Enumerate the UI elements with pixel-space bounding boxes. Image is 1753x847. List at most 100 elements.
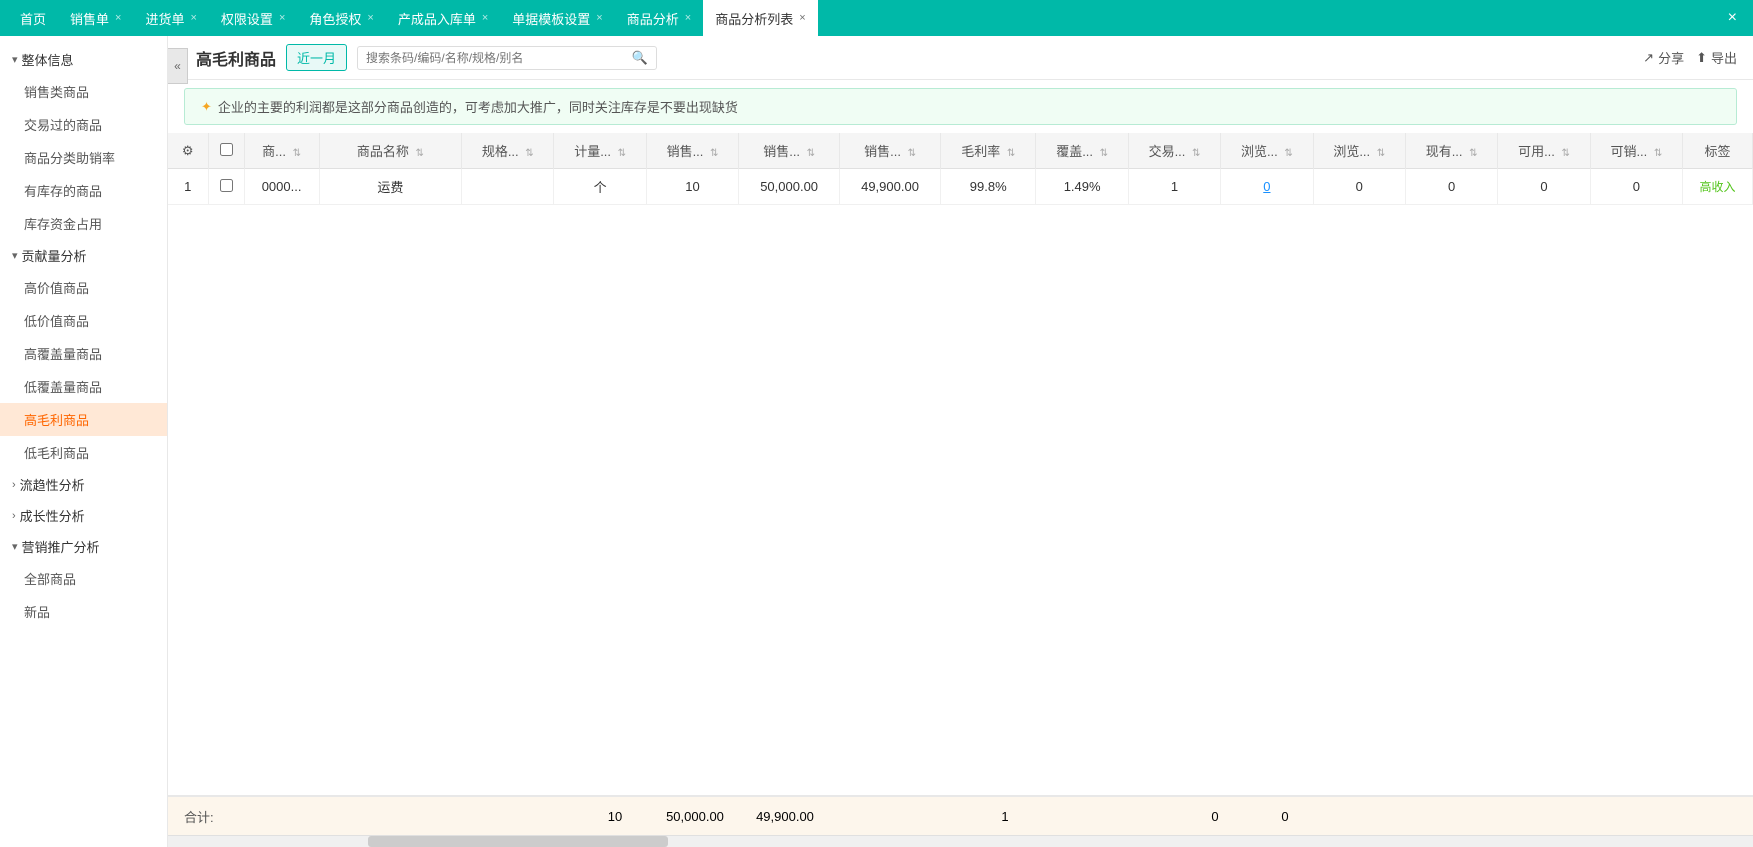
close-product-instock[interactable]: × xyxy=(482,12,488,24)
footer-spacer3 xyxy=(440,809,520,824)
close-product-analysis[interactable]: × xyxy=(685,12,691,24)
settings-icon[interactable]: ⚙ xyxy=(182,143,194,158)
col-code[interactable]: 商... ⇅ xyxy=(244,133,319,169)
col-current-stock[interactable]: 现有... ⇅ xyxy=(1405,133,1497,169)
footer-available-stock: 0 xyxy=(1250,809,1320,824)
horizontal-scrollbar[interactable] xyxy=(168,835,1753,847)
cell-browse1[interactable]: 0 xyxy=(1221,169,1313,205)
col-sales-amount[interactable]: 销售... ⇅ xyxy=(739,133,840,169)
col-browse1[interactable]: 浏览... ⇅ xyxy=(1221,133,1313,169)
footer-current-stock: 0 xyxy=(1180,809,1250,824)
sidebar-item-sales-goods[interactable]: 销售类商品 xyxy=(0,75,167,108)
footer-spacer8 xyxy=(1110,809,1180,824)
sidebar-group-trend[interactable]: › 流趋性分析 xyxy=(0,469,167,500)
cell-saleable-stock: 0 xyxy=(1590,169,1682,205)
info-icon: ✦ xyxy=(201,99,212,115)
nav-purchase-order[interactable]: 进货单 × xyxy=(133,0,208,36)
scrollbar-thumb[interactable] xyxy=(368,836,668,847)
content-header: 高毛利商品 近一月 🔍 ↗ 分享 ⬆ 导出 xyxy=(168,36,1753,80)
select-all-checkbox[interactable] xyxy=(220,143,233,156)
nav-sales-order[interactable]: 销售单 × xyxy=(58,0,133,36)
footer-spacer7 xyxy=(1040,809,1110,824)
cell-name: 运费 xyxy=(319,169,461,205)
col-checkbox xyxy=(208,133,244,169)
close-product-analysis-list[interactable]: × xyxy=(799,12,805,24)
sidebar-item-low-value[interactable]: 低价值商品 xyxy=(0,304,167,337)
col-trade[interactable]: 交易... ⇅ xyxy=(1128,133,1220,169)
close-template-settings[interactable]: × xyxy=(596,12,602,24)
nav-template-settings[interactable]: 单据模板设置 × xyxy=(500,0,614,36)
sort-icon4: ⇅ xyxy=(618,148,626,159)
sidebar-group-contribution[interactable]: ▾ 贡献量分析 xyxy=(0,240,167,271)
sidebar-item-high-margin[interactable]: 高毛利商品 xyxy=(0,403,167,436)
cell-sales-qty: 10 xyxy=(646,169,738,205)
sort-icon: ⇅ xyxy=(293,148,301,159)
share-button[interactable]: ↗ 分享 xyxy=(1643,48,1684,67)
nav-home[interactable]: 首页 xyxy=(8,0,58,36)
export-button[interactable]: ⬆ 导出 xyxy=(1696,48,1737,67)
nav-permission-settings[interactable]: 权限设置 × xyxy=(209,0,297,36)
footer-spacer6 xyxy=(900,809,970,824)
cell-current-stock: 0 xyxy=(1405,169,1497,205)
col-sales-profit[interactable]: 销售... ⇅ xyxy=(840,133,941,169)
close-permission-settings[interactable]: × xyxy=(279,12,285,24)
footer-spacer2 xyxy=(340,809,440,824)
col-gross-rate[interactable]: 毛利率 ⇅ xyxy=(940,133,1035,169)
row-checkbox[interactable] xyxy=(220,179,233,192)
col-tag[interactable]: 标签 xyxy=(1683,133,1753,169)
data-table: ⚙ 商... ⇅ 商品名称 ⇅ xyxy=(168,133,1753,205)
footer-sales-profit: 49,900.00 xyxy=(740,809,830,824)
cell-tag: 高收入 xyxy=(1683,169,1753,205)
sidebar-item-category-rate[interactable]: 商品分类助销率 xyxy=(0,141,167,174)
col-coverage[interactable]: 覆盖... ⇅ xyxy=(1036,133,1128,169)
search-input[interactable] xyxy=(366,51,632,65)
cell-spec xyxy=(462,169,554,205)
col-unit[interactable]: 计量... ⇅ xyxy=(554,133,646,169)
arrow-icon: ▾ xyxy=(12,53,18,66)
sidebar-item-high-coverage[interactable]: 高覆盖量商品 xyxy=(0,337,167,370)
sort-icon12: ⇅ xyxy=(1377,148,1385,159)
table-header-row: ⚙ 商... ⇅ 商品名称 ⇅ xyxy=(168,133,1753,169)
col-sales-qty[interactable]: 销售... ⇅ xyxy=(646,133,738,169)
sidebar-item-low-coverage[interactable]: 低覆盖量商品 xyxy=(0,370,167,403)
nav-product-analysis[interactable]: 商品分析 × xyxy=(615,0,703,36)
filter-recent-month-button[interactable]: 近一月 xyxy=(286,44,347,71)
col-browse2[interactable]: 浏览... ⇅ xyxy=(1313,133,1405,169)
col-name[interactable]: 商品名称 ⇅ xyxy=(319,133,461,169)
sort-icon5: ⇅ xyxy=(710,148,718,159)
nav-product-instock[interactable]: 产成品入库单 × xyxy=(386,0,500,36)
sort-icon13: ⇅ xyxy=(1469,148,1477,159)
cell-trade: 1 xyxy=(1128,169,1220,205)
search-icon[interactable]: 🔍 xyxy=(632,50,648,66)
col-available-stock[interactable]: 可用... ⇅ xyxy=(1498,133,1590,169)
sidebar-collapse-button[interactable]: « xyxy=(168,48,188,84)
cell-sales-amount: 50,000.00 xyxy=(739,169,840,205)
footer-trade: 1 xyxy=(970,809,1040,824)
footer-sales-amount: 50,000.00 xyxy=(650,809,740,824)
sidebar-item-stock-capital[interactable]: 库存资金占用 xyxy=(0,207,167,240)
close-purchase-order[interactable]: × xyxy=(190,12,196,24)
sort-icon7: ⇅ xyxy=(908,148,916,159)
window-close-button[interactable]: × xyxy=(1720,9,1745,27)
close-sales-order[interactable]: × xyxy=(115,12,121,24)
sidebar-item-high-value[interactable]: 高价值商品 xyxy=(0,271,167,304)
sidebar-group-growth[interactable]: › 成长性分析 xyxy=(0,500,167,531)
nav-role-auth[interactable]: 角色授权 × xyxy=(297,0,385,36)
col-spec[interactable]: 规格... ⇅ xyxy=(462,133,554,169)
footer-sales-qty: 10 xyxy=(580,809,650,824)
col-settings[interactable]: ⚙ xyxy=(168,133,208,169)
sidebar-item-stocked-goods[interactable]: 有库存的商品 xyxy=(0,174,167,207)
cell-index: 1 xyxy=(168,169,208,205)
close-role-auth[interactable]: × xyxy=(367,12,373,24)
sort-icon2: ⇅ xyxy=(415,148,423,159)
sidebar-item-new-goods[interactable]: 新品 xyxy=(0,595,167,628)
nav-product-analysis-list[interactable]: 商品分析列表 × xyxy=(703,0,817,36)
sidebar-group-overall[interactable]: ▾ 整体信息 xyxy=(0,44,167,75)
sidebar-group-marketing[interactable]: ▾ 营销推广分析 xyxy=(0,531,167,562)
sidebar-item-traded-goods[interactable]: 交易过的商品 xyxy=(0,108,167,141)
sidebar-item-low-margin[interactable]: 低毛利商品 xyxy=(0,436,167,469)
sort-icon9: ⇅ xyxy=(1100,148,1108,159)
col-saleable-stock[interactable]: 可销... ⇅ xyxy=(1590,133,1682,169)
arrow-icon3: › xyxy=(12,479,16,491)
sidebar-item-all-goods[interactable]: 全部商品 xyxy=(0,562,167,595)
